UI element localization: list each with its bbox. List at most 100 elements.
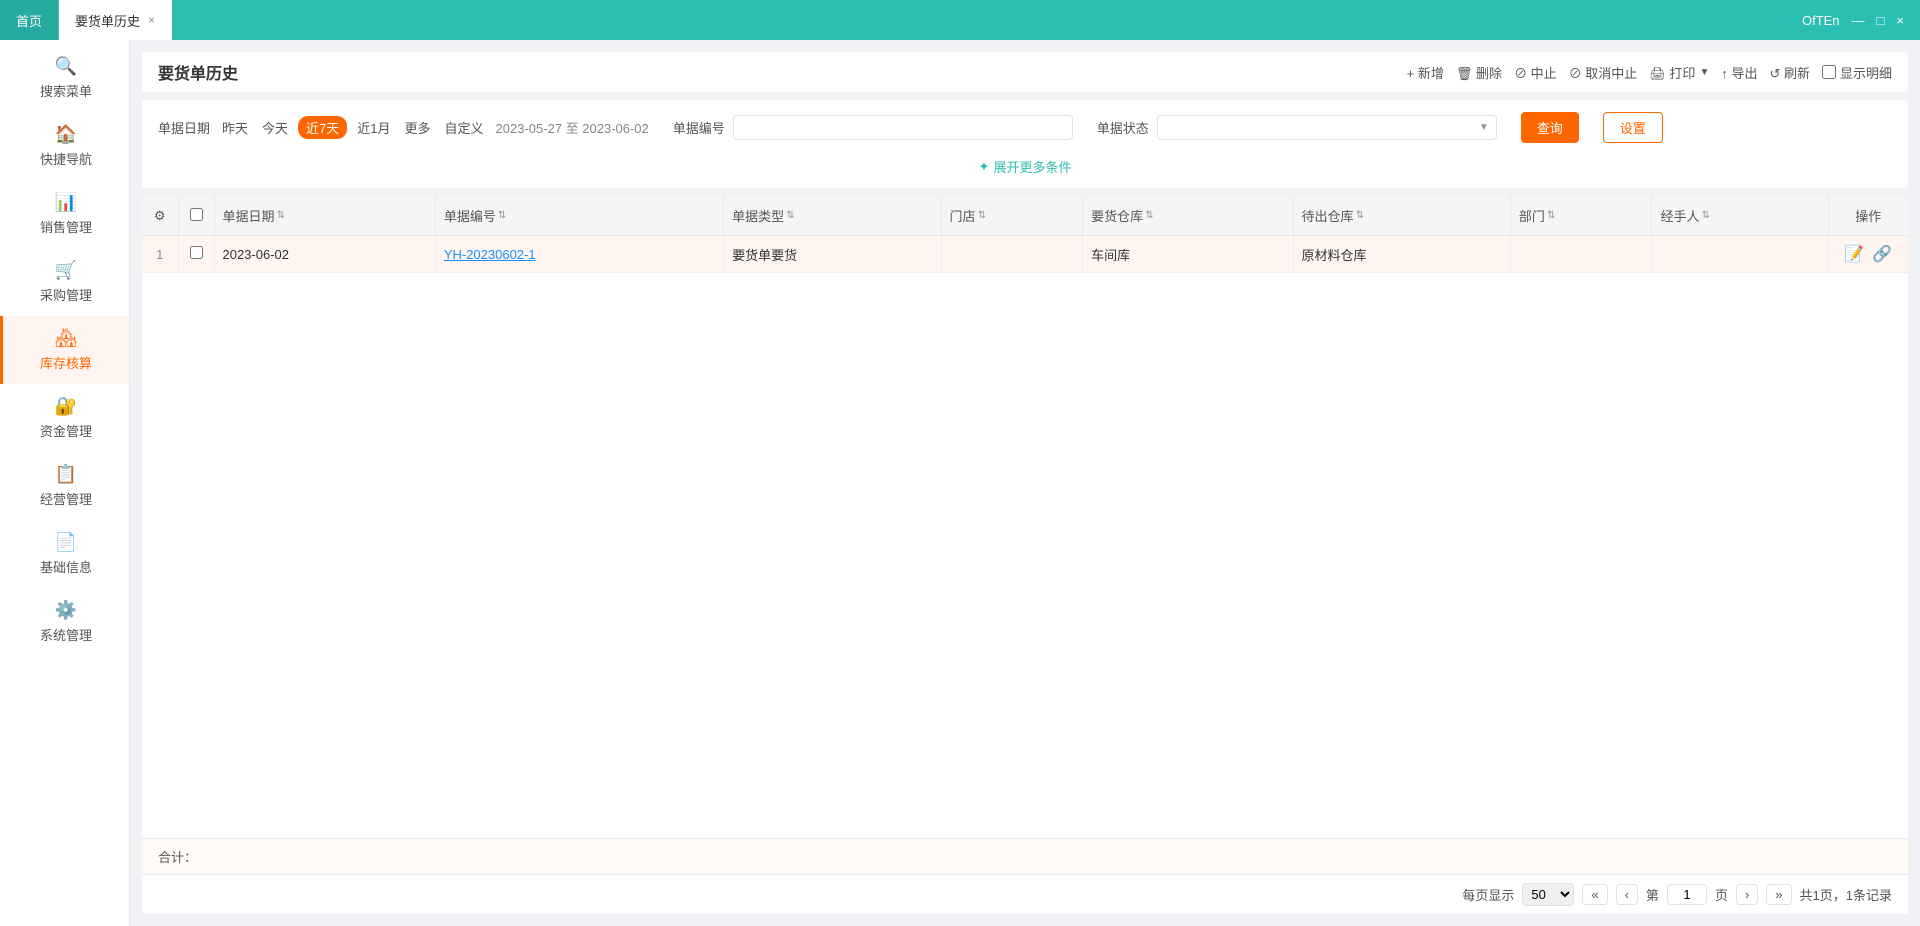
date-more[interactable]: 更多: [401, 116, 435, 139]
sidebar-item-inventory[interactable]: 🏘 库存核算: [0, 316, 129, 384]
th-department-label: 部门: [1519, 206, 1545, 225]
display-detail-checkbox[interactable]: 显示明细: [1822, 63, 1892, 82]
display-detail-label: 显示明细: [1840, 63, 1892, 82]
sidebar-item-basic-label: 基础信息: [40, 557, 92, 576]
sidebar-item-sales[interactable]: 📊 销售管理: [0, 180, 129, 248]
filter-area: 单据日期 昨天 今天 近7天 近1月 更多 自定义 2023-05-27 至 2…: [142, 100, 1908, 188]
export-button[interactable]: ↑ 导出: [1721, 63, 1757, 82]
per-page-select[interactable]: 10 20 50 100: [1522, 883, 1574, 906]
date-7days[interactable]: 近7天: [298, 116, 347, 139]
table-row: 1 2023-06-02 YH-20230602-1 要货单要货 车间库: [142, 236, 1908, 273]
expand-more-btn[interactable]: ✦ 展开更多条件: [158, 157, 1892, 176]
th-req-warehouse[interactable]: 要货仓库 ⇅: [1083, 196, 1293, 236]
date-1month[interactable]: 近1月: [353, 116, 394, 139]
new-button[interactable]: + 新增: [1407, 63, 1444, 82]
basic-icon: 📄: [55, 532, 77, 553]
table-wrapper: ⚙ 单据日期 ⇅: [142, 196, 1908, 838]
sidebar-item-search-label: 搜索菜单: [40, 81, 92, 100]
often-label: OfTEn: [1802, 13, 1840, 28]
td-pending-warehouse: 原材料仓库: [1293, 236, 1510, 273]
refresh-button[interactable]: ↺ 刷新: [1769, 63, 1810, 82]
row-checkbox[interactable]: [190, 246, 203, 259]
page-title: 要货单历史: [158, 60, 238, 84]
sidebar-item-basic[interactable]: 📄 基础信息: [0, 520, 129, 588]
page-suffix: 页: [1715, 885, 1728, 904]
th-handler[interactable]: 经手人 ⇅: [1652, 196, 1828, 236]
date-filter: 单据日期 昨天 今天 近7天 近1月 更多 自定义 2023-05-27 至 2…: [158, 116, 649, 139]
prev-page-button[interactable]: ‹: [1616, 884, 1638, 905]
sidebar-item-purchase[interactable]: 🛒 采购管理: [0, 248, 129, 316]
th-number[interactable]: 单据编号 ⇅: [435, 196, 723, 236]
per-page-label: 每页显示: [1462, 885, 1514, 904]
expand-label: 展开更多条件: [993, 157, 1071, 176]
table-header-row: ⚙ 单据日期 ⇅: [142, 196, 1908, 236]
operation-icons: 📝 🔗: [1837, 244, 1901, 264]
th-checkbox: [178, 196, 214, 236]
th-operation: 操作: [1828, 196, 1908, 236]
sidebar-item-search[interactable]: 🔍 搜索菜单: [0, 44, 129, 112]
edit-icon[interactable]: 📝: [1844, 244, 1864, 264]
display-detail-input[interactable]: [1822, 65, 1836, 79]
td-department: [1510, 236, 1652, 273]
sidebar-item-finance[interactable]: 🔐 资金管理: [0, 384, 129, 452]
cancel-stop-button[interactable]: ⊘ 取消中止: [1569, 63, 1638, 82]
delete-label: 🗑 删除: [1456, 63, 1502, 82]
total-label: 合计：: [158, 847, 197, 866]
close-button[interactable]: ×: [1896, 13, 1904, 28]
td-checkbox[interactable]: [178, 236, 214, 273]
top-bar: 首页 要货单历史 × OfTEn — □ ×: [0, 0, 1920, 40]
new-label: + 新增: [1407, 63, 1444, 82]
th-handler-label: 经手人: [1660, 206, 1699, 225]
purchase-icon: 🛒: [55, 260, 77, 281]
table-container: ⚙ 单据日期 ⇅: [142, 196, 1908, 914]
number-sort-icon: ⇅: [498, 210, 506, 221]
date-custom[interactable]: 自定义: [441, 116, 488, 139]
th-type[interactable]: 单据类型 ⇅: [724, 196, 941, 236]
th-setting[interactable]: ⚙: [142, 196, 178, 236]
order-link[interactable]: YH-20230602-1: [444, 247, 536, 262]
th-store-label: 门店: [950, 206, 976, 225]
sidebar-item-operation[interactable]: 📋 经营管理: [0, 452, 129, 520]
select-all-checkbox[interactable]: [190, 208, 203, 221]
th-pending-warehouse[interactable]: 待出仓库 ⇅: [1293, 196, 1510, 236]
tab-close-icon[interactable]: ×: [148, 13, 155, 27]
settings-button[interactable]: 设置: [1603, 112, 1663, 143]
last-page-button[interactable]: »: [1766, 884, 1791, 905]
tab-home[interactable]: 首页: [0, 0, 59, 40]
print-label: 🖨 打印: [1649, 63, 1695, 82]
order-number-label: 单据编号: [673, 118, 725, 137]
detail-icon[interactable]: 🔗: [1872, 244, 1892, 264]
status-label: 单据状态: [1097, 118, 1149, 137]
sidebar-item-shortcut-label: 快捷导航: [40, 149, 92, 168]
tab-order-history[interactable]: 要货单历史 ×: [59, 0, 172, 40]
date-today[interactable]: 今天: [258, 116, 292, 139]
sidebar-item-system-label: 系统管理: [40, 625, 92, 644]
maximize-button[interactable]: □: [1877, 13, 1885, 28]
sidebar-item-shortcut[interactable]: 🏠 快捷导航: [0, 112, 129, 180]
date-options: 昨天 今天 近7天 近1月 更多 自定义: [218, 116, 488, 139]
th-department[interactable]: 部门 ⇅: [1510, 196, 1652, 236]
sidebar-item-system[interactable]: ⚙️ 系统管理: [0, 588, 129, 656]
print-button[interactable]: 🖨 打印 ▼: [1649, 63, 1709, 82]
pagination-bar: 每页显示 10 20 50 100 « ‹ 第 页 › » 共1页，1条记录: [142, 874, 1908, 914]
minimize-button[interactable]: —: [1852, 13, 1865, 28]
page-input[interactable]: [1667, 884, 1707, 905]
first-page-button[interactable]: «: [1582, 884, 1607, 905]
expand-icon: ✦: [979, 159, 990, 175]
th-number-label: 单据编号: [444, 206, 496, 225]
date-yesterday[interactable]: 昨天: [218, 116, 252, 139]
td-type: 要货单要货: [724, 236, 941, 273]
th-date[interactable]: 单据日期 ⇅: [214, 196, 435, 236]
search-button[interactable]: 查询: [1521, 112, 1579, 143]
sidebar-item-operation-label: 经营管理: [40, 489, 92, 508]
th-store[interactable]: 门店 ⇅: [941, 196, 1083, 236]
export-label: ↑ 导出: [1721, 63, 1757, 82]
stop-button[interactable]: ⊘ 中止: [1514, 63, 1557, 82]
td-number[interactable]: YH-20230602-1: [435, 236, 723, 273]
system-icon: ⚙️: [55, 600, 77, 621]
td-date: 2023-06-02: [214, 236, 435, 273]
status-select[interactable]: [1157, 115, 1497, 140]
delete-button[interactable]: 🗑 删除: [1456, 63, 1502, 82]
order-number-input[interactable]: [733, 115, 1073, 140]
next-page-button[interactable]: ›: [1736, 884, 1758, 905]
